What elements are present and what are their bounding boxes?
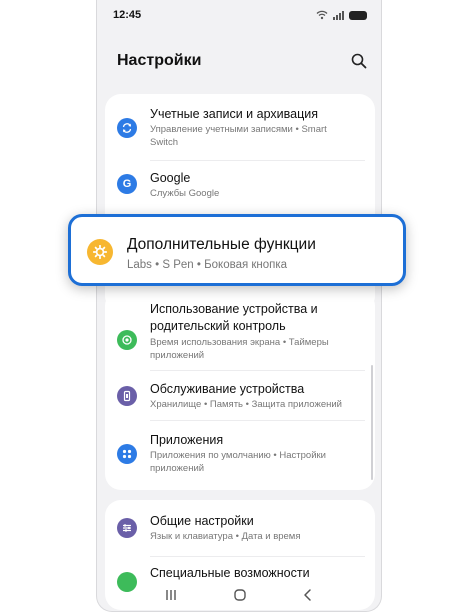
divider [150,556,365,557]
item-subtitle: Хранилище • Память • Защита приложений [150,399,342,410]
status-icons [316,10,367,20]
item-subtitle: Службы Google [150,188,220,199]
wellbeing-icon [117,330,137,350]
item-title: Дополнительные функции [127,236,316,253]
header: Настройки [117,50,367,72]
wifi-icon [316,10,328,20]
gear-icon [87,239,113,265]
item-title: Использование устройства и [150,302,318,316]
scrollbar[interactable] [371,365,373,480]
item-subtitle: Время использования экрана • Таймеры [150,337,329,348]
status-time: 12:45 [113,9,142,21]
battery-icon [349,10,367,20]
settings-item-general[interactable]: Общие настройки Язык и клавиатура • Дата… [105,508,375,550]
item-title: родительский контроль [150,319,286,333]
item-title: Общие настройки [150,514,254,528]
page-title: Настройки [117,52,202,69]
item-title: Обслуживание устройства [150,382,305,396]
settings-card-device: Использование устройства и родительский … [105,290,375,490]
divider [150,160,365,161]
item-subtitle: приложений [150,350,205,361]
back-icon[interactable] [302,588,314,602]
navigation-bar [97,580,381,610]
settings-item-advanced-features[interactable]: Дополнительные функции Labs • S Pen • Бо… [68,214,406,286]
phone-screen: 12:45 Настройки Учетные записи и архивац… [96,0,382,612]
item-subtitle: приложений [150,463,205,474]
device-care-icon [117,386,137,406]
settings-item-accounts[interactable]: Учетные записи и архивация Управление уч… [105,102,375,158]
item-title: Учетные записи и архивация [150,107,318,121]
apps-icon [117,444,137,464]
item-title: Google [150,171,191,185]
settings-item-wellbeing[interactable]: Использование устройства и родительский … [105,298,375,368]
item-title: Приложения [150,433,224,447]
settings-item-google[interactable]: G Google Службы Google [105,164,375,206]
divider [150,420,365,421]
item-subtitle: Switch [150,137,178,148]
item-subtitle: Язык и клавиатура • Дата и время [150,531,301,542]
settings-item-device-care[interactable]: Обслуживание устройства Хранилище • Памя… [105,374,375,416]
search-icon[interactable] [351,53,367,69]
status-bar: 12:45 [97,0,381,30]
item-subtitle: Labs • S Pen • Боковая кнопка [127,259,288,271]
signal-icon [333,10,344,20]
sync-icon [117,118,137,138]
divider [150,370,365,371]
settings-item-apps[interactable]: Приложения Приложения по умолчанию • Нас… [105,424,375,480]
google-icon: G [117,174,137,194]
recents-icon[interactable] [164,589,178,601]
item-subtitle: Управление учетными записями • Smart [150,124,327,135]
sliders-icon [117,518,137,538]
item-title: Специальные возможности [150,566,310,580]
home-icon[interactable] [233,588,247,602]
item-subtitle: Приложения по умолчанию • Настройки [150,450,326,461]
